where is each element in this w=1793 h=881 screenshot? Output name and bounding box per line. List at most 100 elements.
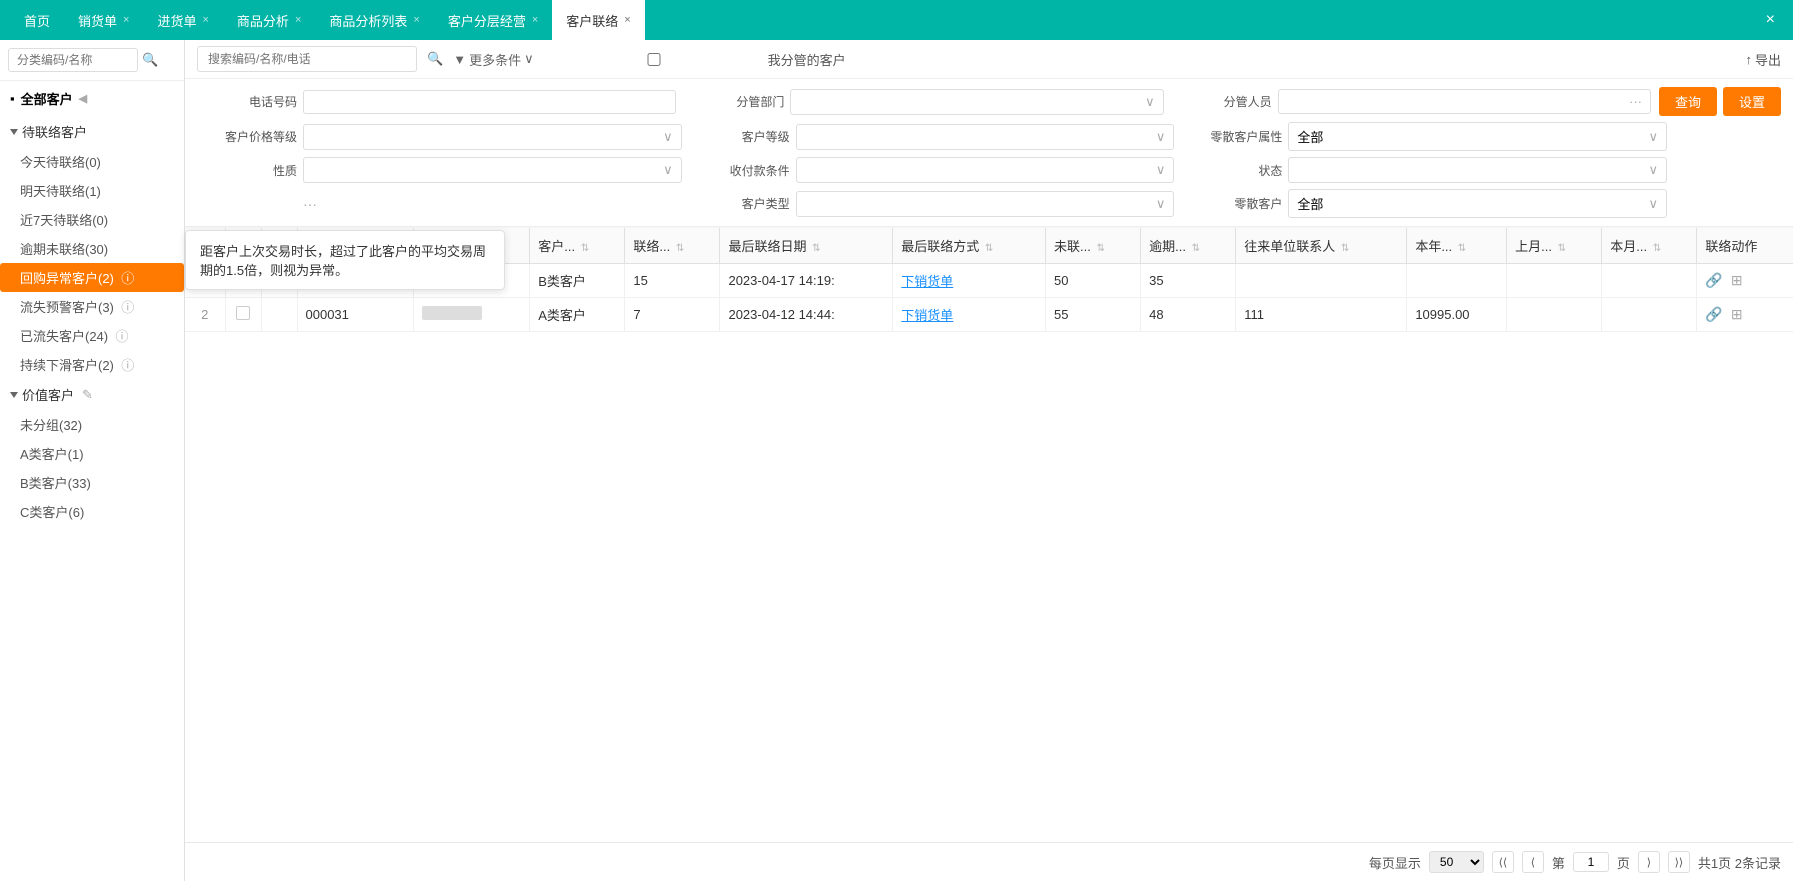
filter-col-nature: 性质 ∨	[197, 157, 682, 183]
sidebar-item-7days[interactable]: 近7天待联络(0)	[0, 205, 184, 234]
sidebar-search-area: 🔍	[0, 40, 184, 81]
sort-last-method[interactable]: ⇅	[985, 243, 993, 254]
sort-last-month[interactable]: ⇅	[1558, 243, 1566, 254]
sort-this-month[interactable]: ⇅	[1653, 243, 1661, 254]
search-icon-btn[interactable]: 🔍	[427, 51, 443, 67]
my-customers-checkbox[interactable]	[544, 53, 764, 66]
sidebar-item-churn-warning[interactable]: 流失预警客户(3) ⓘ	[0, 292, 184, 321]
cust-grade-chevron: ∨	[1156, 129, 1166, 145]
dept-select[interactable]: ∨	[790, 89, 1163, 115]
sidebar-item-abnormal[interactable]: 回购异常客户(2) ⓘ	[0, 263, 184, 292]
manager-select[interactable]: ···	[1278, 89, 1651, 114]
sidebar-item-b-class[interactable]: B类客户(33)	[0, 468, 184, 497]
pagination: 每页显示 50 100 200 ⟨⟨ ⟨ 第 页 ⟩ ⟩⟩ 共1页 2条记录	[185, 842, 1793, 881]
nav-home[interactable]: 首页	[10, 0, 64, 40]
sidebar-item-churned[interactable]: 已流失客户(24) ⓘ	[0, 321, 184, 350]
price-grade-select[interactable]: ∨	[303, 124, 682, 150]
nature-label: 性质	[197, 162, 297, 179]
cust-type-chevron: ∨	[1156, 196, 1166, 212]
nav-product-analysis-close[interactable]: ×	[295, 14, 301, 26]
nav-purchase-order-close[interactable]: ×	[202, 14, 208, 26]
sidebar-item-ungroup[interactable]: 未分组(32)	[0, 410, 184, 439]
nav-product-analysis[interactable]: 商品分析 ×	[223, 0, 315, 40]
phone-input[interactable]	[303, 90, 676, 114]
nature-select[interactable]: ∨	[303, 157, 682, 183]
sidebar-value-group[interactable]: 价值客户 ✎	[0, 379, 184, 410]
nav-product-analysis-list-close[interactable]: ×	[413, 14, 419, 26]
action-more-icon[interactable]: ⊞	[1731, 272, 1743, 289]
retail-cust-select[interactable]: 全部 ∨	[1288, 189, 1667, 218]
retail-attr-select[interactable]: 全部 ∨	[1288, 122, 1667, 151]
next-page-btn[interactable]: ⟩	[1638, 851, 1660, 873]
nav-sales-order[interactable]: 销货单 ×	[64, 0, 143, 40]
filter-col-retail-cust: 零散客户 全部 ∨	[1182, 189, 1667, 218]
sort-type[interactable]: ⇅	[581, 243, 589, 254]
row-last-method: 下销货单	[893, 264, 1046, 298]
price-grade-chevron: ∨	[663, 129, 673, 145]
more-conditions-btn[interactable]: ▼ 更多条件 ∨	[453, 50, 533, 69]
sort-last-date[interactable]: ⇅	[812, 243, 820, 254]
th-actions: 联络动作	[1697, 228, 1793, 264]
per-page-select[interactable]: 50 100 200	[1429, 851, 1484, 873]
filter-col-dept: 分管部门 ∨	[684, 89, 1163, 115]
sidebar-collapse-icon: ◀	[79, 92, 87, 105]
sort-unit-contact[interactable]: ⇅	[1341, 243, 1349, 254]
filter-icon: ▼	[453, 52, 466, 67]
last-method-link[interactable]: 下销货单	[901, 308, 953, 323]
row-checkbox[interactable]	[236, 306, 250, 320]
nav-customer-tier-close[interactable]: ×	[532, 14, 538, 26]
row-this-month	[1602, 298, 1697, 332]
action-link-icon[interactable]: 🔗	[1705, 306, 1722, 323]
window-close[interactable]: ×	[1758, 11, 1783, 29]
search-input[interactable]	[197, 46, 417, 72]
sidebar-item-overdue[interactable]: 逾期未联络(30)	[0, 234, 184, 263]
prev-page-btn[interactable]: ⟨	[1522, 851, 1544, 873]
sidebar-all-customers[interactable]: ▪ 全部客户 ◀	[0, 81, 184, 116]
nav-purchase-order[interactable]: 进货单 ×	[143, 0, 222, 40]
action-more-icon[interactable]: ⊞	[1731, 306, 1743, 323]
sidebar-item-a-class[interactable]: A类客户(1)	[0, 439, 184, 468]
last-method-link[interactable]: 下销货单	[901, 274, 953, 289]
th-last-method: 最后联络方式 ⇅	[893, 228, 1046, 264]
first-page-btn[interactable]: ⟨⟨	[1492, 851, 1514, 873]
cust-type-select[interactable]: ∨	[796, 191, 1175, 217]
sidebar-pending-group[interactable]: 待联络客户	[0, 116, 184, 147]
nav-customer-contact-close[interactable]: ×	[624, 14, 630, 26]
filter-col-phone: 电话号码	[197, 90, 676, 114]
status-select[interactable]: ∨	[1288, 157, 1667, 183]
row-last-date: 2023-04-12 14:44:	[720, 298, 893, 332]
cust-grade-select[interactable]: ∨	[796, 124, 1175, 150]
filter-row-1: 电话号码 分管部门 ∨ 分管人员 ···	[197, 87, 1781, 116]
sidebar-item-tomorrow[interactable]: 明天待联络(1)	[0, 176, 184, 205]
sidebar-item-today[interactable]: 今天待联络(0)	[0, 147, 184, 176]
page-number-input[interactable]	[1573, 852, 1609, 872]
sort-uncontacted[interactable]: ⇅	[1097, 243, 1105, 254]
sidebar-search-icon[interactable]: 🔍	[142, 52, 158, 68]
status-chevron: ∨	[1649, 162, 1659, 178]
nav-product-analysis-list[interactable]: 商品分析列表 ×	[315, 0, 433, 40]
last-page-btn[interactable]: ⟩⟩	[1668, 851, 1690, 873]
export-button[interactable]: ↑ 导出	[1745, 50, 1781, 69]
payment-label: 收付款条件	[690, 162, 790, 179]
payment-select[interactable]: ∨	[796, 157, 1175, 183]
sort-contact[interactable]: ⇅	[676, 243, 684, 254]
nav-sales-order-close[interactable]: ×	[123, 14, 129, 26]
action-link-icon[interactable]: 🔗	[1705, 272, 1722, 289]
value-group-edit[interactable]: ✎	[82, 387, 93, 403]
sidebar-item-c-class[interactable]: C类客户(6)	[0, 497, 184, 526]
nav-customer-contact[interactable]: 客户联络 ×	[552, 0, 644, 40]
sort-overdue[interactable]: ⇅	[1192, 243, 1200, 254]
row-this-year	[1407, 264, 1507, 298]
query-button[interactable]: 查询	[1659, 87, 1717, 116]
status-label: 状态	[1182, 162, 1282, 179]
nav-customer-tier[interactable]: 客户分层经营 ×	[434, 0, 552, 40]
filter-actions: 查询 设置	[1659, 87, 1781, 116]
data-table-area: ⚙ 客户编码 ⇅ 客户名称 ⇅ 客户... ⇅	[185, 228, 1793, 842]
more-filters-btn[interactable]: ···	[303, 196, 317, 212]
settings-button[interactable]: 设置	[1723, 87, 1781, 116]
sidebar-item-declining[interactable]: 持续下滑客户(2) ⓘ	[0, 350, 184, 379]
sort-this-year[interactable]: ⇅	[1458, 243, 1466, 254]
manager-label: 分管人员	[1172, 93, 1272, 110]
th-this-year: 本年... ⇅	[1407, 228, 1507, 264]
sidebar-search-input[interactable]	[8, 48, 138, 72]
